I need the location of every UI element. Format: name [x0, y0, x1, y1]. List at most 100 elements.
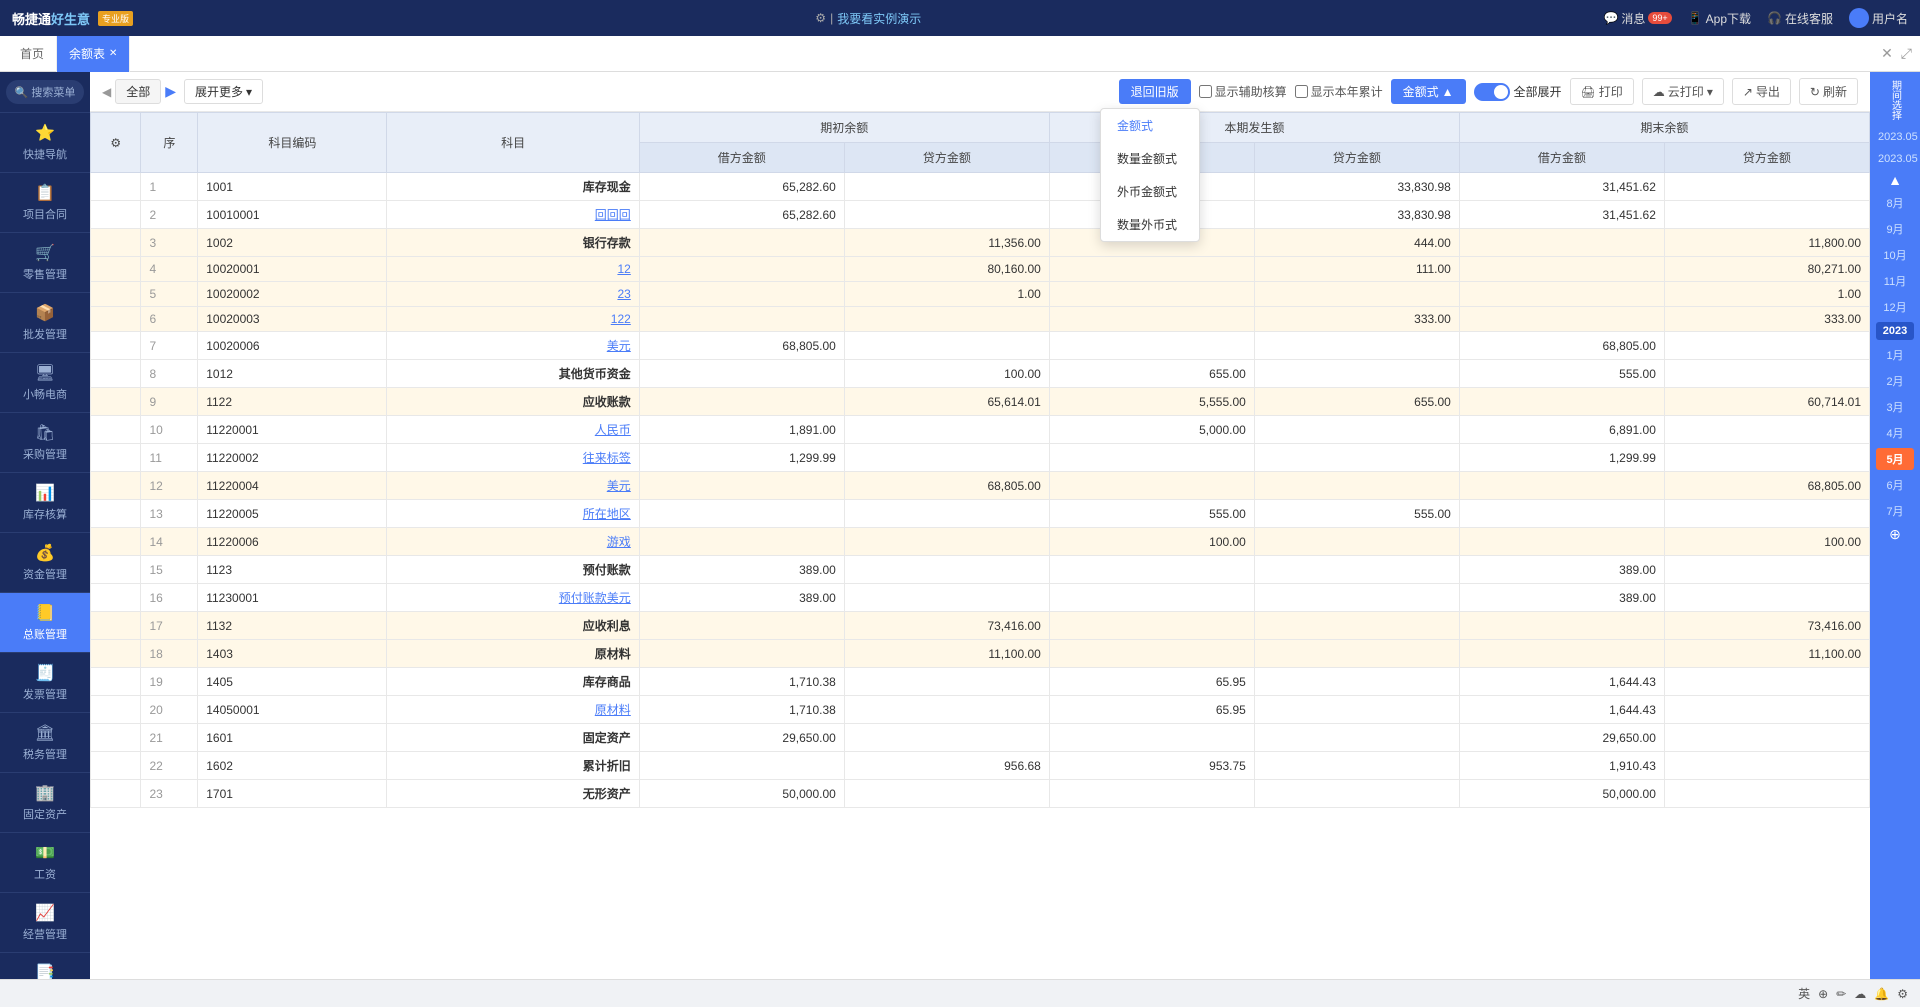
period-2[interactable]: 2月: [1876, 370, 1914, 392]
table-row[interactable]: 22 1602 累计折旧 956.68 953.75 1,910.43: [91, 752, 1870, 780]
table-row[interactable]: 12 11220004 美元 68,805.00 68,805.00: [91, 472, 1870, 500]
sidebar-item-purchase[interactable]: 🛍 采购管理: [0, 413, 90, 473]
period-12[interactable]: 12月: [1876, 296, 1914, 318]
breadcrumb-btn[interactable]: 全部: [115, 79, 161, 104]
year-checkbox[interactable]: [1295, 85, 1308, 98]
sidebar-item-report[interactable]: 📑 小畅报销: [0, 953, 90, 979]
table-row[interactable]: 16 11230001 预付账款美元 389.00 389.00: [91, 584, 1870, 612]
tab-home[interactable]: 首页: [8, 36, 57, 72]
table-row[interactable]: 8 1012 其他货币资金 100.00 655.00 555.00: [91, 360, 1870, 388]
refresh-btn[interactable]: ↻ 刷新: [1799, 78, 1858, 105]
tab-close-icon[interactable]: ✕: [109, 48, 117, 59]
period-down-icon[interactable]: ⊕: [1889, 526, 1901, 543]
sidebar-item-ecommerce[interactable]: 🖥 小畅电商: [0, 353, 90, 413]
bottom-edit-btn[interactable]: ✏: [1836, 987, 1846, 1001]
sidebar-item-business[interactable]: 📈 经营管理: [0, 893, 90, 953]
sidebar-item-project[interactable]: 📋 项目合同: [0, 173, 90, 233]
bottom-add-btn[interactable]: ⊕: [1818, 987, 1828, 1001]
expand-more-btn[interactable]: 展开更多 ▾: [184, 79, 263, 104]
window-close-btn[interactable]: ✕: [1881, 45, 1893, 62]
table-row[interactable]: 9 1122 应收账款 65,614.01 5,555.00 655.00 60…: [91, 388, 1870, 416]
dropdown-item-jine[interactable]: 金额式: [1101, 109, 1199, 142]
dropdown-item-quantity-foreign[interactable]: 数量外币式: [1101, 208, 1199, 241]
return-old-btn[interactable]: 退回旧版: [1119, 79, 1191, 104]
table-row[interactable]: 7 10020006 美元 68,805.00 68,805.00: [91, 332, 1870, 360]
table-row[interactable]: 4 10020001 12 80,160.00 111.00 80,271.00: [91, 257, 1870, 282]
user-btn[interactable]: 用户名: [1849, 8, 1908, 28]
period-10[interactable]: 10月: [1876, 244, 1914, 266]
bottom-cloud-btn[interactable]: ☁: [1854, 987, 1866, 1001]
sidebar-item-ledger[interactable]: 📒 总账管理: [0, 593, 90, 653]
bottom-bell-btn[interactable]: 🔔: [1874, 987, 1889, 1001]
demo-link[interactable]: 我要看实例演示: [837, 10, 921, 27]
mode-btn[interactable]: 金额式 ▲: [1391, 79, 1466, 104]
left-arrow-icon[interactable]: ◀: [102, 85, 111, 99]
sidebar-item-finance[interactable]: 💰 资金管理: [0, 533, 90, 593]
cell-cur-debit: [1049, 307, 1254, 332]
period-1[interactable]: 1月: [1876, 344, 1914, 366]
sidebar-item-wholesale[interactable]: 📦 批发管理: [0, 293, 90, 353]
period-8[interactable]: 8月: [1876, 192, 1914, 214]
export-btn[interactable]: ↗ 导出: [1732, 78, 1791, 105]
period-6[interactable]: 6月: [1876, 474, 1914, 496]
table-row[interactable]: 19 1405 库存商品 1,710.38 65.95 1,644.43: [91, 668, 1870, 696]
bottom-lang-btn[interactable]: 英: [1798, 985, 1810, 1002]
search-menu-btn[interactable]: 🔍 搜索菜单: [6, 80, 84, 104]
table-row[interactable]: 1 1001 库存现金 65,282.60 33,830.98 31,451.6…: [91, 173, 1870, 201]
table-row[interactable]: 21 1601 固定资产 29,650.00 29,650.00: [91, 724, 1870, 752]
table-row[interactable]: 5 10020002 23 1.00 1.00: [91, 282, 1870, 307]
table-row[interactable]: 23 1701 无形资产 50,000.00 50,000.00: [91, 780, 1870, 808]
period-5[interactable]: 5月: [1876, 448, 1914, 470]
sidebar-item-salary[interactable]: 💵 工资: [0, 833, 90, 893]
nav-icon: ⭐: [35, 123, 55, 143]
sidebar-item-tax[interactable]: 🏛 税务管理: [0, 713, 90, 773]
table-row[interactable]: 13 11220005 所在地区 555.00 555.00: [91, 500, 1870, 528]
table-row[interactable]: 3 1002 银行存款 11,356.00 444.00 11,800.00: [91, 229, 1870, 257]
online-service-btn[interactable]: 🎧 在线客服: [1767, 10, 1833, 27]
dropdown-item-quantity-jine[interactable]: 数量金额式: [1101, 142, 1199, 175]
bottom-settings-btn[interactable]: ⚙: [1897, 987, 1908, 1001]
period-2023[interactable]: 2023: [1876, 322, 1914, 340]
show-year-check[interactable]: 显示本年累计: [1295, 83, 1383, 100]
show-aux-check[interactable]: 显示辅助核算: [1199, 83, 1287, 100]
table-row[interactable]: 17 1132 应收利息 73,416.00 73,416.00: [91, 612, 1870, 640]
period-up-icon[interactable]: ▲: [1888, 172, 1902, 188]
cell-ob-debit: 68,805.00: [639, 332, 844, 360]
period-4[interactable]: 4月: [1876, 422, 1914, 444]
table-row[interactable]: 6 10020003 122 333.00 333.00: [91, 307, 1870, 332]
app-download-btn[interactable]: 📱 App下载: [1688, 10, 1751, 27]
table-row[interactable]: 18 1403 原材料 11,100.00 11,100.00: [91, 640, 1870, 668]
period-year-2023-top2[interactable]: 2023.05: [1876, 150, 1914, 168]
print-btn[interactable]: 🖨 打印: [1570, 78, 1634, 105]
tab-bar: 首页 余额表 ✕ ✕ ⤢: [0, 36, 1920, 72]
period-11[interactable]: 11月: [1876, 270, 1914, 292]
table-row[interactable]: 2 10010001 回回回 65,282.60 33,830.98 31,45…: [91, 201, 1870, 229]
table-row[interactable]: 20 14050001 原材料 1,710.38 65.95 1,644.43: [91, 696, 1870, 724]
toggle-switch[interactable]: [1474, 83, 1510, 101]
sidebar-item-retail[interactable]: 🛒 零售管理: [0, 233, 90, 293]
table-row[interactable]: 10 11220001 人民币 1,891.00 5,000.00 6,891.…: [91, 416, 1870, 444]
breadcrumb-arrow-icon[interactable]: ▶: [165, 83, 176, 100]
table-row[interactable]: 11 11220002 往来标签 1,299.99 1,299.99: [91, 444, 1870, 472]
dropdown-item-foreign-jine[interactable]: 外币金额式: [1101, 175, 1199, 208]
sidebar-item-nav[interactable]: ⭐ 快捷导航: [0, 113, 90, 173]
sidebar-item-assets[interactable]: 🏢 固定资产: [0, 773, 90, 833]
message-btn[interactable]: 💬 消息 99+: [1603, 10, 1671, 27]
toolbar-dropdown-icon[interactable]: ⚙: [815, 11, 826, 25]
period-9[interactable]: 9月: [1876, 218, 1914, 240]
table-row[interactable]: 15 1123 预付账款 389.00 389.00: [91, 556, 1870, 584]
period-3[interactable]: 3月: [1876, 396, 1914, 418]
col-settings-header: ⚙: [91, 113, 141, 173]
sidebar-item-inventory[interactable]: 📊 库存核算: [0, 473, 90, 533]
cell-cur-credit: [1254, 780, 1459, 808]
sidebar-item-invoice[interactable]: 🧾 发票管理: [0, 653, 90, 713]
period-7[interactable]: 7月: [1876, 500, 1914, 522]
table-row[interactable]: 14 11220006 游戏 100.00 100.00: [91, 528, 1870, 556]
tab-balance[interactable]: 余额表 ✕: [57, 36, 130, 72]
window-max-btn[interactable]: ⤢: [1901, 45, 1912, 62]
expand-all-toggle[interactable]: 全部展开: [1474, 83, 1562, 101]
cell-cur-debit: 65.95: [1049, 696, 1254, 724]
period-year-2023-top[interactable]: 2023.05: [1876, 128, 1914, 146]
aux-checkbox[interactable]: [1199, 85, 1212, 98]
cloud-print-btn[interactable]: ☁ 云打印 ▾: [1642, 78, 1724, 105]
